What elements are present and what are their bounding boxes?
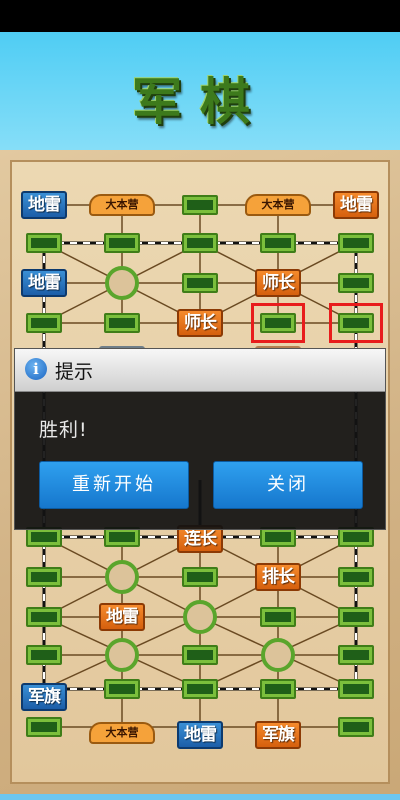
post[interactable] [26,527,62,547]
post[interactable] [338,645,374,665]
piece[interactable]: 军旗 [21,683,67,711]
post[interactable] [182,567,218,587]
piece[interactable]: 师长 [255,269,301,297]
post[interactable] [260,527,296,547]
close-button[interactable]: 关闭 [213,461,363,509]
camp[interactable] [105,560,139,594]
piece[interactable]: 军旗 [255,721,301,749]
dialog-message: 胜利! [39,419,88,441]
post[interactable] [338,567,374,587]
post[interactable] [182,645,218,665]
post[interactable] [26,233,62,253]
post[interactable] [26,607,62,627]
post[interactable] [104,313,140,333]
piece[interactable]: 地雷 [333,191,379,219]
move-highlight [329,303,383,343]
post[interactable] [260,679,296,699]
camp[interactable] [183,600,217,634]
post[interactable] [260,607,296,627]
dialog-titlebar: i 提示 [15,349,385,392]
post[interactable] [338,527,374,547]
result-dialog: i 提示 胜利! 重新开始 关闭 [14,348,386,530]
move-highlight [251,303,305,343]
headquarters[interactable]: 大本营 [245,194,311,216]
piece[interactable]: 地雷 [21,191,67,219]
post[interactable] [26,567,62,587]
info-icon: i [25,358,47,380]
post[interactable] [338,679,374,699]
post[interactable] [338,717,374,737]
post[interactable] [104,233,140,253]
headquarters[interactable]: 大本营 [89,722,155,744]
post[interactable] [182,195,218,215]
piece[interactable]: 地雷 [99,603,145,631]
dialog-title: 提示 [55,361,94,383]
headquarters[interactable]: 大本营 [89,194,155,216]
post[interactable] [26,313,62,333]
post[interactable] [338,233,374,253]
piece[interactable]: 地雷 [177,721,223,749]
piece[interactable]: 地雷 [21,269,67,297]
camp[interactable] [105,638,139,672]
piece[interactable]: 排长 [255,563,301,591]
post[interactable] [182,273,218,293]
post[interactable] [338,607,374,627]
restart-button[interactable]: 重新开始 [39,461,189,509]
post[interactable] [26,717,62,737]
post[interactable] [338,273,374,293]
piece[interactable]: 师长 [177,309,223,337]
camp[interactable] [105,266,139,300]
post[interactable] [104,527,140,547]
post[interactable] [104,679,140,699]
post[interactable] [26,645,62,665]
post[interactable] [182,233,218,253]
post[interactable] [182,679,218,699]
post[interactable] [260,233,296,253]
camp[interactable] [261,638,295,672]
